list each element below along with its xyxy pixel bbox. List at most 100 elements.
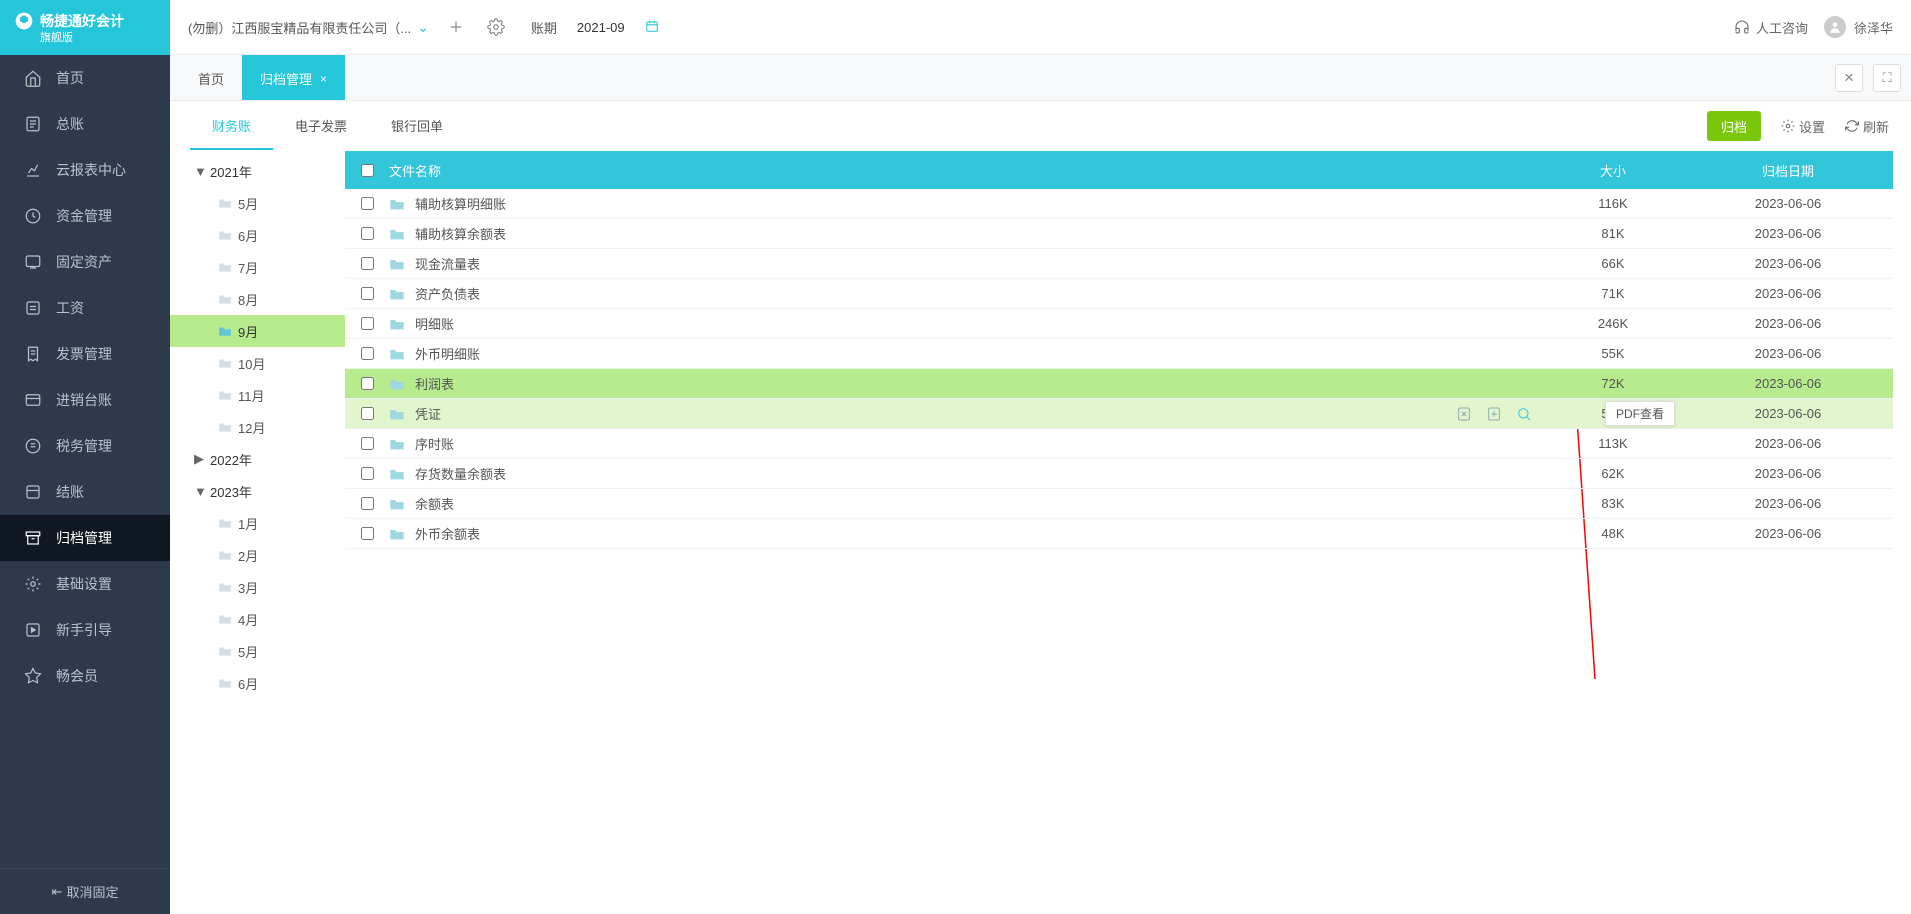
subtab-row: 财务账电子发票银行回单 归档 设置 刷新 <box>170 101 1893 151</box>
subtab[interactable]: 财务账 <box>190 102 273 150</box>
page-tab[interactable]: 归档管理× <box>242 55 345 100</box>
calendar-icon[interactable] <box>645 19 659 36</box>
folder-icon <box>389 197 405 211</box>
row-checkbox[interactable] <box>361 527 374 540</box>
logo: 畅捷通好会计 旗舰版 <box>0 0 170 55</box>
nav-item-salary[interactable]: 工资 <box>0 285 170 331</box>
logo-icon <box>14 11 34 31</box>
content: 财务账电子发票银行回单 归档 设置 刷新 ▼2021年5月6月7月8月9月 <box>170 101 1911 914</box>
table-row[interactable]: 外币余额表48K2023-06-06 <box>345 519 1893 549</box>
row-checkbox[interactable] <box>361 257 374 270</box>
tree-month[interactable]: 12月 <box>170 411 345 443</box>
tree-month[interactable]: 6月 <box>170 219 345 251</box>
nav-item-cloud-report[interactable]: 云报表中心 <box>0 147 170 193</box>
period-value[interactable]: 2021-09 <box>577 20 625 35</box>
download-pdf-icon[interactable] <box>1485 405 1503 423</box>
nav-item-label: 工资 <box>56 298 84 318</box>
row-checkbox[interactable] <box>361 407 374 420</box>
tree-month[interactable]: 2月 <box>170 539 345 571</box>
table-row[interactable]: 明细账246K2023-06-06 <box>345 309 1893 339</box>
file-name: 辅助核算明细账 <box>415 194 506 213</box>
tree-month-label: 5月 <box>238 194 258 213</box>
archive-date: 2023-06-06 <box>1683 406 1893 421</box>
tree-month[interactable]: 1月 <box>170 507 345 539</box>
row-checkbox[interactable] <box>361 437 374 450</box>
table-row[interactable]: 利润表72K2023-06-06 <box>345 369 1893 399</box>
tree-month[interactable]: 7月 <box>170 251 345 283</box>
tree-month[interactable]: 3月 <box>170 571 345 603</box>
support-link[interactable]: 人工咨询 <box>1734 18 1808 37</box>
topbar-settings-icon[interactable] <box>483 14 509 40</box>
table-row[interactable]: 存货数量余额表62K2023-06-06 <box>345 459 1893 489</box>
nav-item-closing[interactable]: 结账 <box>0 469 170 515</box>
tree-year[interactable]: ▼2021年 <box>170 155 345 187</box>
user-menu[interactable]: 徐泽华 <box>1824 16 1893 38</box>
nav-item-ledger[interactable]: 总账 <box>0 101 170 147</box>
row-checkbox[interactable] <box>361 197 374 210</box>
nav-item-label: 进销台账 <box>56 390 112 410</box>
tax-icon <box>24 437 42 455</box>
download-excel-icon[interactable] <box>1455 405 1473 423</box>
nav-item-tax[interactable]: 税务管理 <box>0 423 170 469</box>
select-all-checkbox[interactable] <box>361 164 374 177</box>
view-pdf-icon[interactable] <box>1515 405 1533 423</box>
caret-icon: ▼ <box>194 484 204 499</box>
table-row[interactable]: 外币明细账55K2023-06-06 <box>345 339 1893 369</box>
tree-month[interactable]: 4月 <box>170 603 345 635</box>
table-row[interactable]: 辅助核算余额表81K2023-06-06 <box>345 219 1893 249</box>
table-row[interactable]: 辅助核算明细账116K2023-06-06 <box>345 189 1893 219</box>
row-checkbox[interactable] <box>361 287 374 300</box>
nav-item-settings[interactable]: 基础设置 <box>0 561 170 607</box>
tree-year[interactable]: ▶2022年 <box>170 443 345 475</box>
nav-item-asset[interactable]: 固定资产 <box>0 239 170 285</box>
table-row[interactable]: 余额表83K2023-06-06 <box>345 489 1893 519</box>
settings-link[interactable]: 设置 <box>1781 117 1825 136</box>
nav-item-purchase[interactable]: 进销台账 <box>0 377 170 423</box>
add-button[interactable] <box>443 14 469 40</box>
row-checkbox[interactable] <box>361 467 374 480</box>
date-tree: ▼2021年5月6月7月8月9月10月11月12月▶2022年▼2023年1月2… <box>170 151 345 896</box>
table-row[interactable]: 资产负债表71K2023-06-06 <box>345 279 1893 309</box>
archive-button[interactable]: 归档 <box>1707 111 1761 141</box>
tree-month[interactable]: 5月 <box>170 187 345 219</box>
row-checkbox[interactable] <box>361 377 374 390</box>
table-row[interactable]: 现金流量表66K2023-06-06 <box>345 249 1893 279</box>
row-checkbox[interactable] <box>361 317 374 330</box>
tree-month[interactable]: 8月 <box>170 283 345 315</box>
topbar: (勿删）江西服宝精品有限责任公司（... ⌄ 账期 2021-09 人工咨询 <box>170 0 1911 55</box>
nav-item-guide[interactable]: 新手引导 <box>0 607 170 653</box>
refresh-link[interactable]: 刷新 <box>1845 117 1889 136</box>
tree-month[interactable]: 9月 <box>170 315 345 347</box>
fullscreen-toggle[interactable]: ⛶ <box>1873 64 1901 92</box>
page-tab[interactable]: 首页 <box>180 55 242 100</box>
row-checkbox[interactable] <box>361 347 374 360</box>
folder-icon <box>218 389 232 401</box>
subtab[interactable]: 电子发票 <box>273 102 369 150</box>
sidebar-unpin[interactable]: ⇤取消固定 <box>0 868 170 914</box>
table-row[interactable]: 序时账113K2023-06-06 <box>345 429 1893 459</box>
tree-year[interactable]: ▼2023年 <box>170 475 345 507</box>
archive-date: 2023-06-06 <box>1683 226 1893 241</box>
folder-icon <box>389 527 405 541</box>
close-all-tabs[interactable]: ✕ <box>1835 64 1863 92</box>
nav-item-invoice[interactable]: 发票管理 <box>0 331 170 377</box>
logo-subtitle: 旗舰版 <box>40 29 170 45</box>
company-selector[interactable]: (勿删）江西服宝精品有限责任公司（... ⌄ <box>188 18 429 37</box>
nav-item-member[interactable]: 畅会员 <box>0 653 170 699</box>
nav-item-home[interactable]: 首页 <box>0 55 170 101</box>
row-checkbox[interactable] <box>361 497 374 510</box>
tree-month[interactable]: 11月 <box>170 379 345 411</box>
table-row[interactable]: 凭证53K2023-06-06PDF查看 <box>345 399 1893 429</box>
close-icon[interactable]: × <box>320 72 327 86</box>
nav-item-label: 资金管理 <box>56 206 112 226</box>
tree-month[interactable]: 6月 <box>170 667 345 699</box>
tree-month[interactable]: 10月 <box>170 347 345 379</box>
nav-item-fund[interactable]: 资金管理 <box>0 193 170 239</box>
folder-icon <box>389 347 405 361</box>
salary-icon <box>24 299 42 317</box>
row-checkbox[interactable] <box>361 227 374 240</box>
nav-item-archive[interactable]: 归档管理 <box>0 515 170 561</box>
subtab[interactable]: 银行回单 <box>369 102 465 150</box>
header-name: 文件名称 <box>389 161 1543 180</box>
tree-month[interactable]: 5月 <box>170 635 345 667</box>
